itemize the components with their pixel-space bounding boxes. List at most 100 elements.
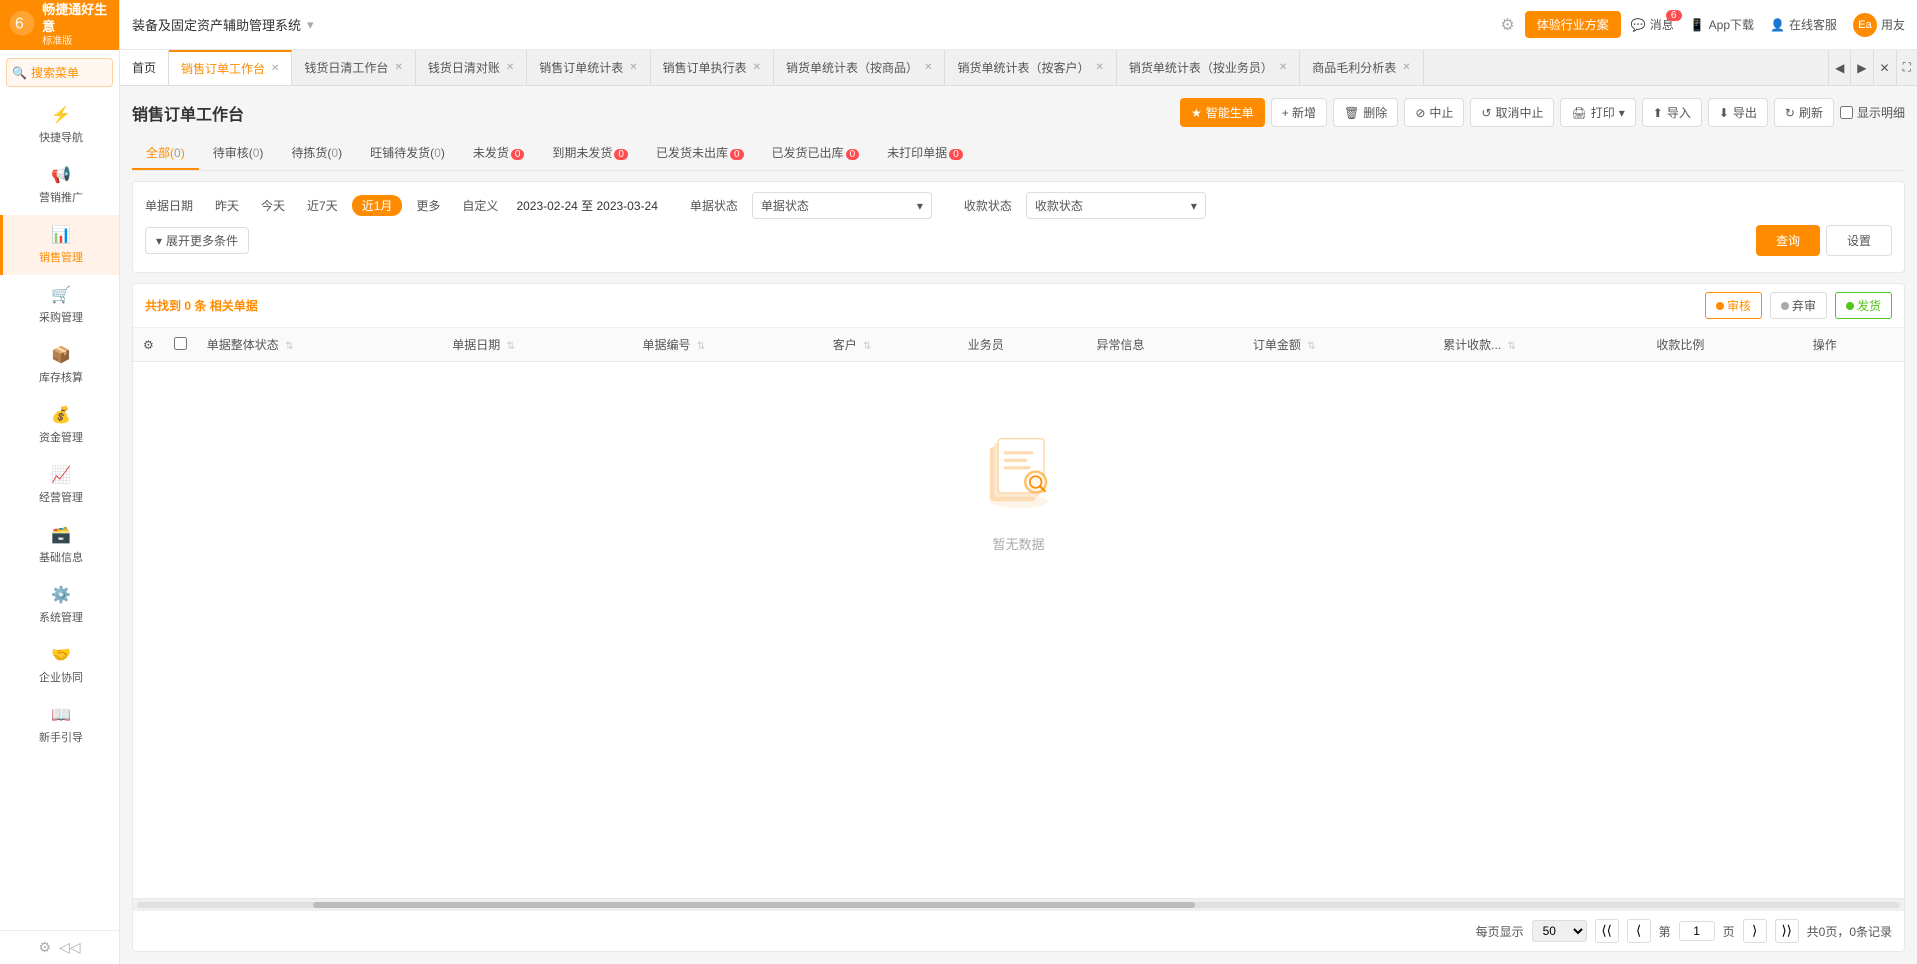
page-label: 第	[1659, 923, 1671, 940]
filter-tab-unshipped[interactable]: 未发货0	[459, 137, 539, 170]
sort-icon[interactable]: ⇅	[863, 341, 871, 352]
stop-button[interactable]: ⊘ 中止	[1404, 98, 1464, 127]
new-button[interactable]: + 新增	[1271, 98, 1327, 127]
unapprove-button[interactable]: 弃审	[1770, 292, 1827, 319]
tab-close-icon[interactable]: ✕	[1279, 62, 1287, 73]
app-download-item[interactable]: 📱 App下载	[1690, 16, 1754, 33]
user-item[interactable]: Ea 用友	[1853, 13, 1905, 37]
tab-close-all-button[interactable]: ✕	[1873, 50, 1896, 86]
message-item[interactable]: 💬 消息 6	[1631, 16, 1674, 33]
filter-tab-all[interactable]: 全部(0)	[132, 137, 199, 170]
sidebar-item-quick-nav[interactable]: ⚡ 快捷导航	[0, 95, 119, 155]
sidebar-item-basic-info[interactable]: 🗃️ 基础信息	[0, 515, 119, 575]
import-button[interactable]: ⬆ 导入	[1642, 98, 1702, 127]
sidebar-item-marketing[interactable]: 📢 营销推广	[0, 155, 119, 215]
sidebar-item-system[interactable]: ⚙️ 系统管理	[0, 575, 119, 635]
tab-close-icon[interactable]: ✕	[924, 62, 932, 73]
settings-icon[interactable]: ⚙	[1500, 15, 1514, 35]
online-service-item[interactable]: 👤 在线客服	[1770, 16, 1837, 33]
tab-sales-by-staff[interactable]: 销货单统计表（按业务员） ✕	[1117, 50, 1300, 85]
tab-sales-exec[interactable]: 销售订单执行表 ✕	[651, 50, 774, 85]
setting-button[interactable]: 设置	[1826, 225, 1892, 256]
tab-sales-by-customer[interactable]: 销货单统计表（按客户） ✕	[945, 50, 1116, 85]
tab-cash-daily[interactable]: 钱货日清工作台 ✕	[292, 50, 415, 85]
message-badge: 6	[1666, 10, 1682, 21]
sidebar-item-operations[interactable]: 📈 经营管理	[0, 455, 119, 515]
select-all-checkbox[interactable]	[174, 337, 187, 350]
show-detail-checkbox[interactable]: 显示明细	[1840, 104, 1905, 121]
print-button[interactable]: 🖨 打印 ▾	[1560, 98, 1635, 127]
col-settings[interactable]: ⚙	[133, 328, 164, 362]
export-button[interactable]: ⬇ 导出	[1708, 98, 1768, 127]
tab-close-icon[interactable]: ✕	[629, 62, 637, 73]
cooperation-icon: 🤝	[51, 645, 71, 665]
smart-create-button[interactable]: ★ 智能生单	[1180, 98, 1265, 127]
filter-tab-pending-pick[interactable]: 待拣货(0)	[277, 137, 356, 170]
tab-close-icon[interactable]: ✕	[394, 62, 402, 73]
tab-close-icon[interactable]: ✕	[506, 62, 514, 73]
date-1month[interactable]: 近1月	[352, 195, 403, 216]
last-page-button[interactable]: ⟩⟩	[1775, 919, 1799, 943]
filter-tab-overdue-unshipped[interactable]: 到期未发货0	[538, 137, 642, 170]
next-page-button[interactable]: ⟩	[1743, 919, 1767, 943]
scrollbar-track[interactable]	[137, 902, 1900, 908]
industry-button[interactable]: 体验行业方案	[1525, 11, 1621, 38]
filter-tab-shipped-not-warehoused[interactable]: 已发货未出库0	[642, 137, 758, 170]
sidebar-item-guide[interactable]: 📖 新手引导	[0, 695, 119, 755]
deliver-button[interactable]: 发货	[1835, 292, 1892, 319]
refresh-button[interactable]: ↻ 刷新	[1774, 98, 1834, 127]
sidebar-item-cooperation[interactable]: 🤝 企业协同	[0, 635, 119, 695]
query-button[interactable]: 查询	[1756, 225, 1820, 256]
show-detail-check[interactable]	[1840, 106, 1853, 119]
page-size-select[interactable]: 50 100 200	[1532, 920, 1587, 942]
tab-close-icon[interactable]: ✕	[753, 62, 761, 73]
scrollbar-thumb[interactable]	[313, 902, 1195, 908]
filter-tab-shipped-warehoused[interactable]: 已发货已出库0	[758, 137, 874, 170]
sidebar-item-finance[interactable]: 💰 资金管理	[0, 395, 119, 455]
sort-icon[interactable]: ⇅	[1508, 341, 1516, 352]
sidebar-item-inventory[interactable]: 📦 库存核算	[0, 335, 119, 395]
tab-sales-stats[interactable]: 销售订单统计表 ✕	[527, 50, 650, 85]
search-menu-button[interactable]: 🔍 搜索菜单	[6, 58, 113, 87]
sort-icon[interactable]: ⇅	[697, 341, 705, 352]
tab-sales-by-product[interactable]: 销货单统计表（按商品） ✕	[774, 50, 945, 85]
payment-select[interactable]: 收款状态 ▾	[1026, 192, 1206, 219]
date-more[interactable]: 更多	[408, 195, 448, 216]
filter-tab-unprinted[interactable]: 未打印单据0	[873, 137, 977, 170]
settings-gear-icon[interactable]: ⚙	[38, 939, 51, 956]
horizontal-scrollbar[interactable]	[133, 898, 1904, 910]
cancel-stop-button[interactable]: ↺ 取消中止	[1470, 98, 1554, 127]
delete-button[interactable]: 🗑 删除	[1333, 98, 1398, 127]
expand-conditions-button[interactable]: ▾ 展开更多条件	[145, 227, 249, 254]
tab-scroll-left-button[interactable]: ◀	[1828, 50, 1850, 86]
date-7days[interactable]: 近7天	[299, 195, 346, 216]
filter-tab-pending-review[interactable]: 待审核(0)	[199, 137, 278, 170]
sort-icon[interactable]: ⇅	[507, 341, 515, 352]
page-number-input[interactable]	[1679, 921, 1715, 941]
star-icon: ★	[1191, 106, 1202, 120]
date-today[interactable]: 今天	[253, 195, 293, 216]
sort-icon[interactable]: ⇅	[1307, 341, 1315, 352]
tab-close-icon[interactable]: ✕	[271, 63, 279, 74]
date-custom[interactable]: 自定义	[454, 195, 506, 216]
tab-home[interactable]: 首页	[120, 50, 169, 85]
sidebar-item-sales[interactable]: 📊 销售管理	[0, 215, 119, 275]
table-scroll[interactable]: ⚙ 单据整体状态 ⇅ 单据日期 ⇅	[133, 328, 1904, 898]
collapse-icon[interactable]: ◁◁	[59, 939, 81, 956]
date-yesterday[interactable]: 昨天	[207, 195, 247, 216]
col-checkbox[interactable]	[164, 328, 197, 362]
sidebar-item-purchase[interactable]: 🛒 采购管理	[0, 275, 119, 335]
filter-tab-wangpu-ship[interactable]: 旺铺待发货(0)	[356, 137, 459, 170]
tab-close-icon[interactable]: ✕	[1402, 62, 1410, 73]
status-select[interactable]: 单据状态 ▾	[752, 192, 932, 219]
tab-scroll-right-button[interactable]: ▶	[1850, 50, 1872, 86]
first-page-button[interactable]: ⟨⟨	[1595, 919, 1619, 943]
tab-fullscreen-button[interactable]: ⛶	[1896, 50, 1917, 86]
sort-icon[interactable]: ⇅	[285, 341, 293, 352]
tab-margin-analysis[interactable]: 商品毛利分析表 ✕	[1300, 50, 1423, 85]
tab-sales-order-workbench[interactable]: 销售订单工作台 ✕	[169, 50, 292, 85]
approve-button[interactable]: 审核	[1705, 292, 1762, 319]
tab-close-icon[interactable]: ✕	[1095, 62, 1103, 73]
prev-page-button[interactable]: ⟨	[1627, 919, 1651, 943]
tab-cash-reconcile[interactable]: 钱货日清对账 ✕	[416, 50, 527, 85]
